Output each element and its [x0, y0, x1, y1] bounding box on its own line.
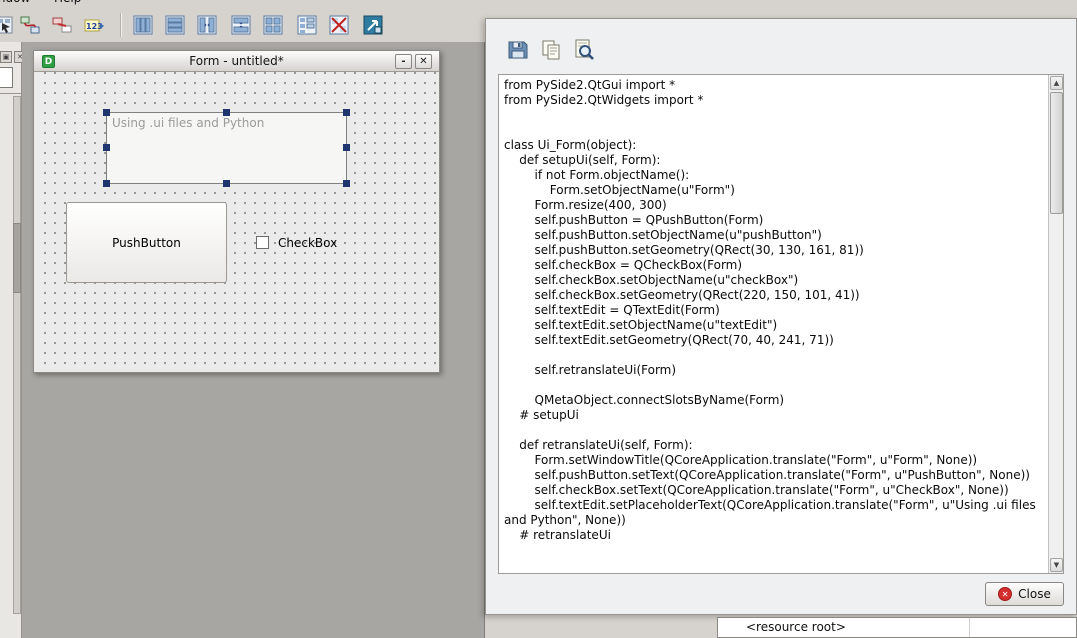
toolbar-separator	[120, 13, 122, 37]
layout-horizontal-icon[interactable]	[131, 13, 155, 37]
selection-handle-top-center[interactable]	[223, 109, 230, 116]
checkbox-indicator[interactable]	[256, 236, 269, 249]
layout-grid-icon[interactable]	[261, 13, 285, 37]
selection-handle-bottom-left[interactable]	[103, 180, 110, 187]
selection-handle-middle-left[interactable]	[103, 144, 110, 151]
dock-scrollbar-track[interactable]	[13, 96, 21, 614]
resource-root-item[interactable]: <resource root>	[746, 620, 846, 634]
form-window: D Form - untitled* - ✕ Using .ui files a…	[33, 50, 440, 373]
find-icon[interactable]	[572, 38, 596, 62]
textedit-widget[interactable]: Using .ui files and Python	[106, 112, 347, 184]
selection-handle-bottom-right[interactable]	[343, 180, 350, 187]
save-icon[interactable]	[506, 38, 530, 62]
menu-help[interactable]: Help	[54, 0, 81, 5]
dock-float-icon[interactable]: ▣	[0, 51, 12, 63]
selection-handle-bottom-center[interactable]	[223, 180, 230, 187]
edit-widgets-icon[interactable]	[0, 13, 16, 37]
resource-browser-panel: <resource root>	[717, 617, 1077, 638]
layout-horizontal-splitter-icon[interactable]	[195, 13, 219, 37]
pushbutton-widget[interactable]: PushButton	[66, 202, 227, 283]
code-viewer-dialog: from PySide2.QtGui import * from PySide2…	[485, 18, 1077, 615]
textedit-placeholder: Using .ui files and Python	[112, 116, 264, 130]
scroll-up-icon[interactable]: ▲	[1050, 76, 1063, 90]
layout-vertical-icon[interactable]	[163, 13, 187, 37]
qt-designer-window: Window Help 123 ▣ ✕	[0, 0, 1077, 638]
layout-form-icon[interactable]	[295, 13, 319, 37]
code-scrollbar[interactable]: ▲ ▼	[1048, 75, 1063, 573]
adjust-size-icon[interactable]	[361, 13, 385, 37]
selection-handle-top-right[interactable]	[343, 109, 350, 116]
form-minimize-button[interactable]: -	[395, 54, 412, 69]
checkbox-widget[interactable]: CheckBox	[256, 222, 357, 263]
dock-divider	[0, 93, 22, 94]
python-code-text: from PySide2.QtGui import * from PySide2…	[504, 78, 1046, 543]
checkbox-label: CheckBox	[278, 236, 337, 250]
code-scrollbar-thumb[interactable]	[1050, 92, 1063, 214]
edit-buddies-icon[interactable]	[50, 13, 74, 37]
menu-window[interactable]: Window	[0, 0, 30, 5]
dock-filter-input[interactable]	[0, 67, 13, 88]
scroll-down-icon[interactable]: ▼	[1050, 558, 1063, 572]
selection-handle-middle-right[interactable]	[343, 144, 350, 151]
form-title: Form - untitled*	[34, 54, 439, 68]
close-button-label: Close	[1018, 587, 1051, 601]
close-red-icon: ✕	[998, 587, 1012, 601]
edit-tab-order-icon[interactable]: 123	[82, 13, 106, 37]
copy-all-icon[interactable]	[539, 38, 563, 62]
form-titlebar[interactable]: D Form - untitled* - ✕	[34, 51, 439, 72]
break-layout-icon[interactable]	[327, 13, 351, 37]
resource-column-divider	[969, 618, 970, 637]
form-canvas[interactable]: Using .ui files and Python PushButton Ch…	[36, 72, 437, 370]
dock-scrollbar-thumb[interactable]	[13, 223, 21, 293]
close-button[interactable]: ✕ Close	[985, 582, 1064, 606]
layout-vertical-splitter-icon[interactable]	[229, 13, 253, 37]
selection-handle-top-left[interactable]	[103, 109, 110, 116]
code-view[interactable]: from PySide2.QtGui import * from PySide2…	[498, 74, 1064, 574]
edit-signals-slots-icon[interactable]	[18, 13, 42, 37]
form-close-button[interactable]: ✕	[415, 54, 432, 69]
mdi-area: D Form - untitled* - ✕ Using .ui files a…	[22, 42, 485, 638]
